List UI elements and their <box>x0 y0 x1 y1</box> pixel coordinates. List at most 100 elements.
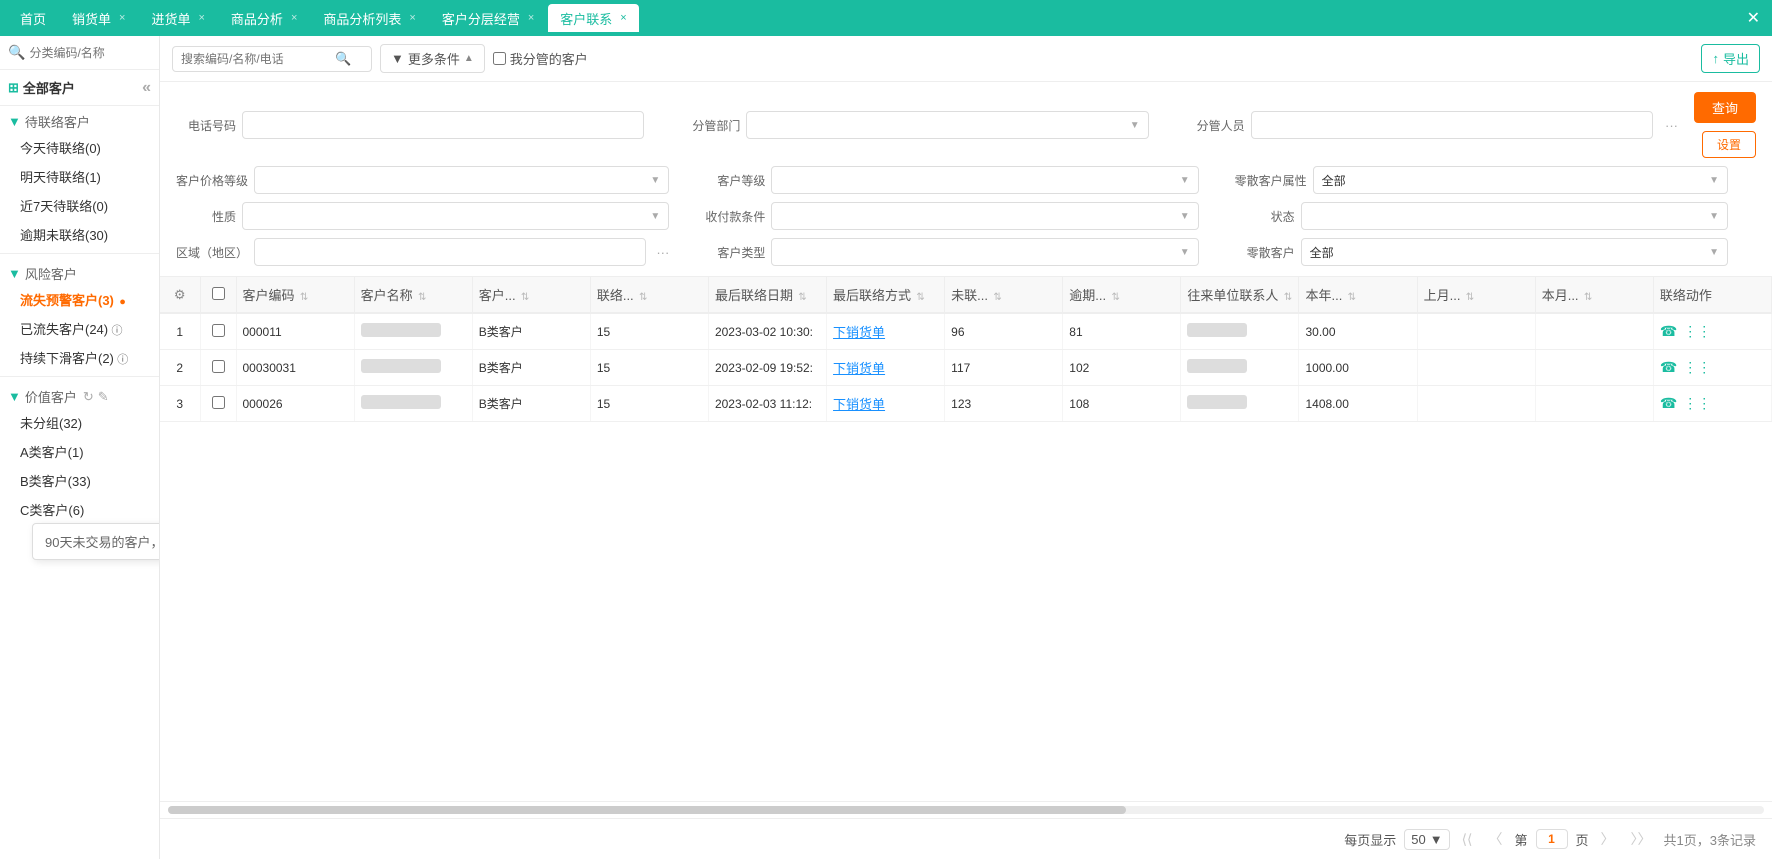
col-code[interactable]: 客户编码 ⇅ <box>236 277 354 313</box>
main-search-icon[interactable]: 🔍 <box>335 51 351 67</box>
scroll-track[interactable] <box>168 806 1764 814</box>
first-page-btn[interactable]: ⟨⟨ <box>1458 829 1477 850</box>
row-3-last-method[interactable]: 下销货单 <box>827 386 945 422</box>
row-2-grid-icon[interactable]: ⋮⋮ <box>1683 359 1711 376</box>
row-1-contact-count: 15 <box>590 313 708 350</box>
payment-select[interactable]: ▼ <box>771 202 1198 230</box>
sidebar-item-class-a[interactable]: A类客户(1) <box>0 437 159 466</box>
row-3-contact-icon[interactable]: ☎ <box>1660 395 1677 412</box>
query-button[interactable]: 查询 <box>1694 92 1756 123</box>
next-page-btn[interactable]: 〉 <box>1597 827 1619 851</box>
window-close-button[interactable]: ✕ <box>1743 4 1764 32</box>
sidebar-item-ungrouped[interactable]: 未分组(32) <box>0 408 159 437</box>
tab-customer-contact-close[interactable]: × <box>620 12 626 24</box>
person-dots-icon[interactable]: ··· <box>1665 118 1678 133</box>
value-edit-icon[interactable]: ✎ <box>98 389 109 405</box>
sidebar-group-value[interactable]: ▼ 价值客户 ↻ ✎ <box>0 381 159 408</box>
area-dots-icon[interactable]: ··· <box>656 245 669 260</box>
col-this-year[interactable]: 本年... ⇅ <box>1299 277 1417 313</box>
my-customers-checkbox-wrap[interactable]: 我分管的客户 <box>493 49 588 68</box>
last-page-btn[interactable]: 〉〉 <box>1627 827 1656 851</box>
person-input[interactable] <box>1251 111 1653 139</box>
sidebar-item-class-a-label: A类客户(1) <box>20 445 84 460</box>
col-uncontact[interactable]: 未联... ⇅ <box>945 277 1063 313</box>
price-level-select[interactable]: ▼ <box>254 166 669 194</box>
zero-attr-select[interactable]: 全部 ▼ <box>1313 166 1728 194</box>
row-1-last-method[interactable]: 下销货单 <box>827 313 945 350</box>
prev-page-btn[interactable]: 〈 <box>1485 827 1507 851</box>
tab-home[interactable]: 首页 <box>8 4 58 32</box>
col-gear[interactable]: ⚙ <box>160 277 200 313</box>
col-contact-person[interactable]: 往来单位联系人 ⇅ <box>1181 277 1299 313</box>
tab-analysis-close[interactable]: × <box>291 12 297 24</box>
dept-select[interactable]: ▼ <box>746 111 1148 139</box>
page-size-select[interactable]: 50 ▼ <box>1404 829 1449 850</box>
phone-input[interactable] <box>242 111 644 139</box>
col-cust-type[interactable]: 客户... ⇅ <box>472 277 590 313</box>
sidebar-item-overdue[interactable]: 逾期未联络(30) <box>0 220 159 249</box>
horizontal-scrollbar[interactable] <box>160 801 1772 818</box>
row-2-last-method[interactable]: 下销货单 <box>827 350 945 386</box>
tab-purchase-close[interactable]: × <box>198 12 204 24</box>
sidebar-item-today[interactable]: 今天待联络(0) <box>0 133 159 162</box>
cust-type-select[interactable]: ▼ <box>771 238 1198 266</box>
sidebar-item-class-b[interactable]: B类客户(33) <box>0 466 159 495</box>
sidebar-group-pending[interactable]: ▼ 待联络客户 <box>0 106 159 133</box>
sidebar-search-input[interactable] <box>29 46 151 60</box>
nature-select[interactable]: ▼ <box>242 202 669 230</box>
row-2-contact-icon[interactable]: ☎ <box>1660 359 1677 376</box>
tab-purchase[interactable]: 进货单 × <box>139 4 216 32</box>
select-all-checkbox[interactable] <box>212 287 225 300</box>
col-last-method[interactable]: 最后联络方式 ⇅ <box>827 277 945 313</box>
row-1-last-month <box>1417 313 1535 350</box>
tab-analysis[interactable]: 商品分析 × <box>219 4 309 32</box>
tab-analysis-list-close[interactable]: × <box>409 12 415 24</box>
row-2-name-blur <box>361 359 441 373</box>
sidebar-collapse-btn[interactable]: « <box>142 79 151 97</box>
row-2-method-link[interactable]: 下销货单 <box>833 361 885 376</box>
tab-sales[interactable]: 销货单 × <box>60 4 137 32</box>
tab-analysis-list[interactable]: 商品分析列表 × <box>311 4 427 32</box>
row-3-checkbox[interactable] <box>212 396 225 409</box>
row-1-method-link[interactable]: 下销货单 <box>833 325 885 340</box>
my-customers-checkbox[interactable] <box>493 52 506 65</box>
row-3-method-link[interactable]: 下销货单 <box>833 397 885 412</box>
col-checkbox[interactable] <box>200 277 236 313</box>
table-body: 1 000011 B类客户 15 2023-03-02 10:30: 下销货单 <box>160 313 1772 422</box>
col-name[interactable]: 客户名称 ⇅ <box>354 277 472 313</box>
sidebar-item-7days[interactable]: 近7天待联络(0) <box>0 191 159 220</box>
col-overdue[interactable]: 逾期... ⇅ <box>1063 277 1181 313</box>
tab-customer-layer-close[interactable]: × <box>528 12 534 24</box>
row-3-grid-icon[interactable]: ⋮⋮ <box>1683 395 1711 412</box>
col-last-date[interactable]: 最后联络日期 ⇅ <box>708 277 826 313</box>
sidebar-item-declining[interactable]: 持续下滑客户(2) ⓘ <box>0 343 159 372</box>
status-select[interactable]: ▼ <box>1301 202 1728 230</box>
col-gear-icon[interactable]: ⚙ <box>174 287 186 302</box>
col-last-month[interactable]: 上月... ⇅ <box>1417 277 1535 313</box>
page-number-input[interactable] <box>1536 829 1568 849</box>
sidebar-group-risk[interactable]: ▼ 风险客户 <box>0 258 159 285</box>
row-1-checkbox[interactable] <box>212 324 225 337</box>
zero-cust-select[interactable]: 全部 ▼ <box>1301 238 1728 266</box>
area-input[interactable] <box>254 238 646 266</box>
tab-customer-layer[interactable]: 客户分层经营 × <box>430 4 546 32</box>
col-contact-count[interactable]: 联络... ⇅ <box>590 277 708 313</box>
sidebar-item-tomorrow[interactable]: 明天待联络(1) <box>0 162 159 191</box>
value-refresh-icon[interactable]: ↻ <box>83 389 94 405</box>
sidebar-item-churn-warning[interactable]: 流失预警客户(3) ● <box>0 285 159 314</box>
more-conditions-btn[interactable]: ▼ 更多条件 ▲ <box>380 44 485 73</box>
tab-customer-contact[interactable]: 客户联系 × <box>548 4 638 32</box>
tab-sales-close[interactable]: × <box>119 12 125 24</box>
row-1-grid-icon[interactable]: ⋮⋮ <box>1683 323 1711 340</box>
row-1-contact-icon[interactable]: ☎ <box>1660 323 1677 340</box>
main-search-input[interactable] <box>181 52 331 66</box>
settings-button[interactable]: 设置 <box>1702 131 1756 158</box>
cust-level-select[interactable]: ▼ <box>771 166 1198 194</box>
row-2-cust-type: B类客户 <box>472 350 590 386</box>
sidebar-item-class-c[interactable]: C类客户(6) <box>0 495 159 524</box>
sidebar-item-churned[interactable]: 已流失客户(24) ⓘ <box>0 314 159 343</box>
row-2-checkbox[interactable] <box>212 360 225 373</box>
col-this-month[interactable]: 本月... ⇅ <box>1535 277 1653 313</box>
export-button[interactable]: ↑ 导出 <box>1701 44 1760 73</box>
scroll-thumb[interactable] <box>168 806 1126 814</box>
